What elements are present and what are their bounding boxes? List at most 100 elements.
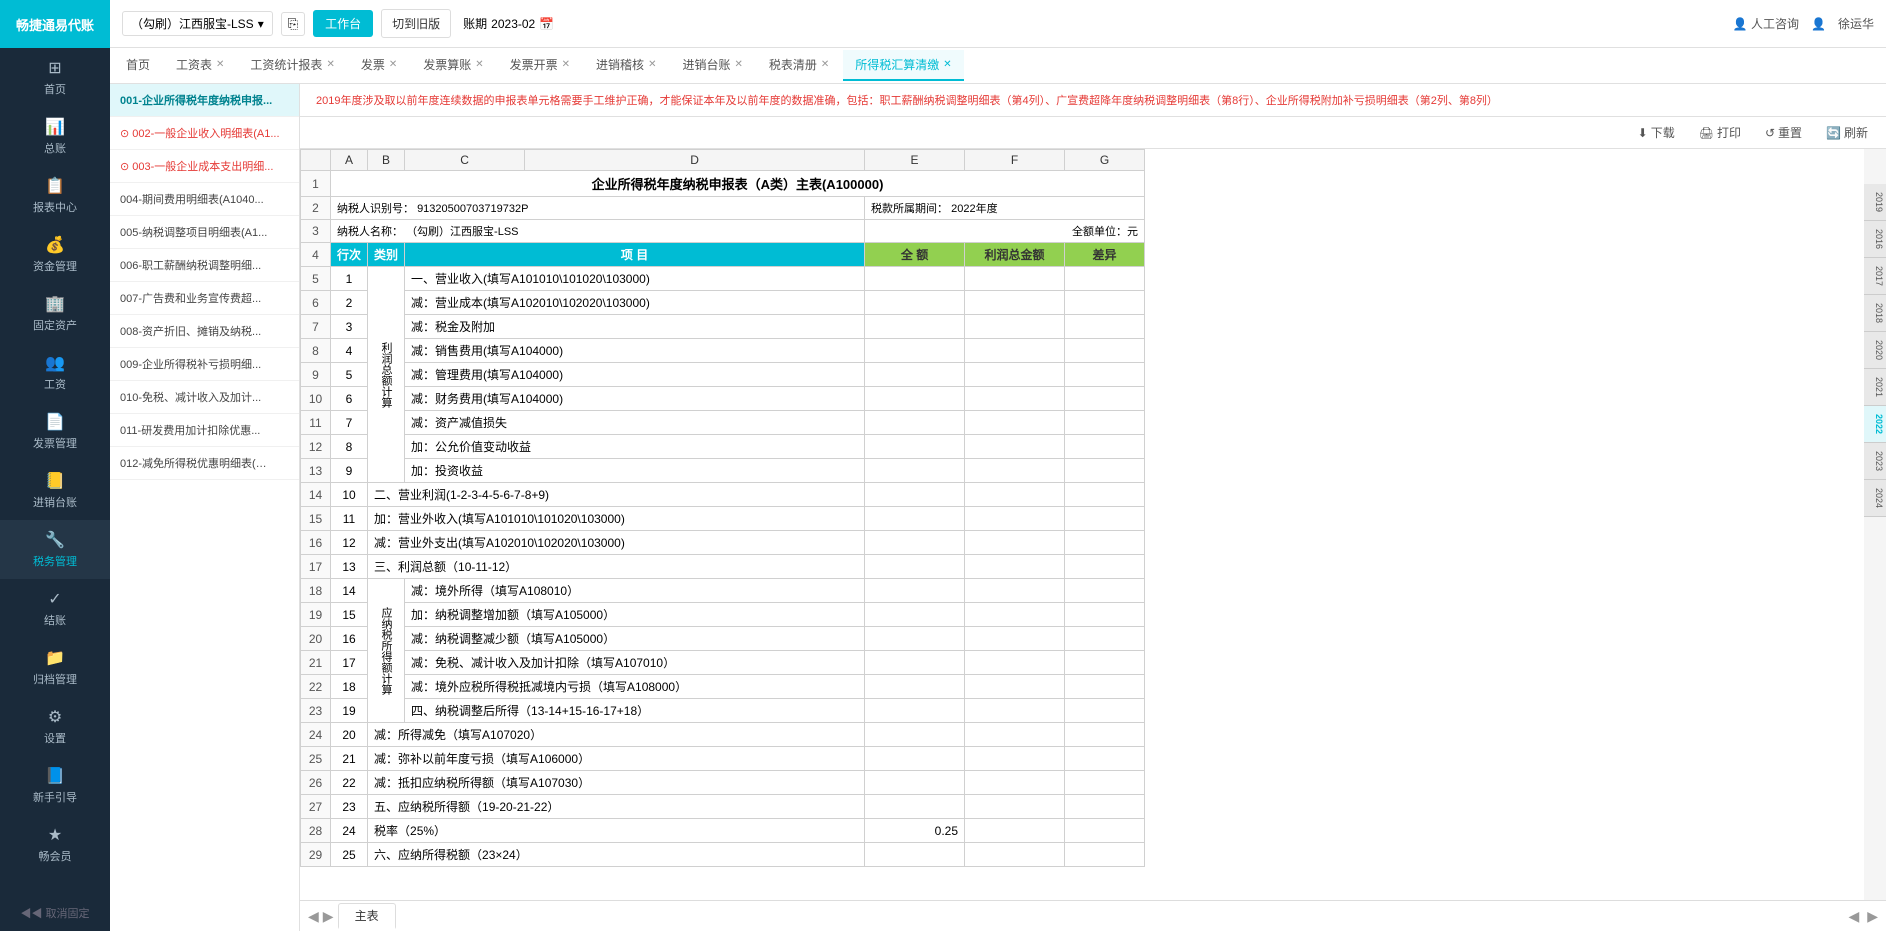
old-version-button[interactable]: 切到旧版 <box>381 9 451 38</box>
sidebar-item-funds[interactable]: 💰 资金管理 <box>0 225 110 284</box>
tab-invoice-calc[interactable]: 发票算账 ✕ <box>411 50 495 81</box>
spreadsheet-container[interactable]: A B C D E F G 1 企业所得税年度纳税申报 <box>300 149 1864 900</box>
form-list-item-004[interactable]: 004-期间费用明细表(A1040... <box>110 183 299 216</box>
sidebar-item-ledger[interactable]: 📊 总账 <box>0 107 110 166</box>
sidebar-item-close[interactable]: ✓ 结账 <box>0 579 110 638</box>
year-nav-2020[interactable]: 2020 <box>1864 332 1886 369</box>
form-list-item-003[interactable]: ⊙003-一般企业成本支出明细... <box>110 150 299 183</box>
sidebar-item-archive[interactable]: 📁 归档管理 <box>0 638 110 697</box>
tab-invoice-open-close[interactable]: ✕ <box>562 59 570 70</box>
tab-purchcheck[interactable]: 进销稽核 ✕ <box>584 50 668 81</box>
year-nav-2017[interactable]: 2017 <box>1864 258 1886 295</box>
sheet-nav-next[interactable]: ▶ <box>323 908 334 925</box>
col-labels-row: 4 行次 类别 项 目 全 额 利润总金额 差异 <box>301 243 1145 267</box>
sidebar-item-tax[interactable]: 🔧 税务管理 <box>0 520 110 579</box>
scroll-left-icon[interactable]: ◀ <box>1848 908 1859 925</box>
sidebar-item-guide[interactable]: 📘 新手引导 <box>0 756 110 815</box>
col-label-lineno: 行次 <box>331 243 368 267</box>
year-nav-2023[interactable]: 2023 <box>1864 443 1886 480</box>
tab-salary-report[interactable]: 工资统计报表 ✕ <box>238 50 346 81</box>
sidebar-item-label: 工资 <box>44 376 66 392</box>
form-list-item-001[interactable]: 001-企业所得税年度纳税申报... <box>110 84 299 117</box>
form-list-item-002[interactable]: ⊙002-一般企业收入明细表(A1... <box>110 117 299 150</box>
tab-income-tax[interactable]: 所得税汇算清缴 ✕ <box>843 50 963 81</box>
sidebar-item-salary[interactable]: 👥 工资 <box>0 343 110 402</box>
tab-taxlist[interactable]: 税表清册 ✕ <box>757 50 841 81</box>
tab-purchcheck-close[interactable]: ✕ <box>648 59 656 70</box>
tab-salary-report-close[interactable]: ✕ <box>326 59 334 70</box>
member-icon: ★ <box>48 825 62 845</box>
tab-invoice-open[interactable]: 发票开票 ✕ <box>498 50 582 81</box>
form-list-item-009[interactable]: 009-企业所得税补亏损明细... <box>110 348 299 381</box>
sidebar-item-home[interactable]: ⊞ 首页 <box>0 48 110 107</box>
form-list-item-005[interactable]: 005-纳税调整项目明细表(A1... <box>110 216 299 249</box>
copy-icon-btn[interactable]: ⎘ <box>281 12 305 36</box>
form-list-item-010[interactable]: 010-免税、减计收入及加计... <box>110 381 299 414</box>
table-row: 9 5 减：管理费用(填写A104000) <box>301 363 1145 387</box>
assets-icon: 🏢 <box>45 294 65 314</box>
sidebar-item-assets[interactable]: 🏢 固定资产 <box>0 284 110 343</box>
sidebar-item-report[interactable]: 📋 报表中心 <box>0 166 110 225</box>
sidebar-item-label: 进销台账 <box>33 494 77 510</box>
table-row: 19 15 加：纳税调整增加额（填写A105000） <box>301 603 1145 627</box>
sidebar-item-label: 发票管理 <box>33 435 77 451</box>
form-list-item-011[interactable]: 011-研发费用加计扣除优惠... <box>110 414 299 447</box>
workbench-button[interactable]: 工作台 <box>313 10 373 37</box>
sidebar-unpin[interactable]: ◀◀ 取消固定 <box>0 895 110 931</box>
form-list-panel: 001-企业所得税年度纳税申报... ⊙002-一般企业收入明细表(A1... … <box>110 84 300 931</box>
sheet-tab-main[interactable]: 主表 <box>338 903 396 929</box>
refresh-button[interactable]: 🔄 刷新 <box>1820 121 1874 144</box>
col-e: E <box>865 150 965 171</box>
table-row: 11 7 减：资产减值损失 <box>301 411 1145 435</box>
sheet-nav-prev[interactable]: ◀ <box>308 908 319 925</box>
reset-button[interactable]: ↺ 重置 <box>1759 121 1808 144</box>
sidebar-item-member[interactable]: ★ 畅会员 <box>0 815 110 874</box>
year-nav-2016[interactable]: 2016 <box>1864 221 1886 258</box>
form-list-item-006[interactable]: 006-职工薪酬纳税调整明细... <box>110 249 299 282</box>
settings-icon: ⚙ <box>48 707 62 727</box>
col-row-num <box>301 150 331 171</box>
year-nav-2024[interactable]: 2024 <box>1864 480 1886 517</box>
table-row: 5 1 利润总额计算 一、营业收入(填写A101010\101020\10300… <box>301 267 1145 291</box>
sidebar-item-invoice[interactable]: 📄 发票管理 <box>0 402 110 461</box>
notice-bar: 2019年度涉及取以前年度连续数据的申报表单元格需要手工维护正确，才能保证本年及… <box>300 84 1886 117</box>
sidebar-item-label: 结账 <box>44 612 66 628</box>
sidebar-item-settings[interactable]: ⚙ 设置 <box>0 697 110 756</box>
form-list-item-007[interactable]: 007-广告费和业务宣传费超... <box>110 282 299 315</box>
table-row: 27 23 五、应纳税所得额（19-20-21-22） <box>301 795 1145 819</box>
sidebar-item-label: 总账 <box>44 140 66 156</box>
col-label-profit: 利润总金额 <box>965 243 1065 267</box>
year-nav-2019[interactable]: 2019 <box>1864 184 1886 221</box>
year-nav-2021[interactable]: 2021 <box>1864 369 1886 406</box>
sidebar: 畅捷通易代账 ⊞ 首页 📊 总账 📋 报表中心 💰 资金管理 🏢 固定资产 👥 … <box>0 0 110 931</box>
row-num-4: 4 <box>301 243 331 267</box>
tab-purchledger-close[interactable]: ✕ <box>734 59 742 70</box>
form-list-item-012[interactable]: 012-减免所得税优惠明细表(… <box>110 447 299 480</box>
tab-income-tax-close[interactable]: ✕ <box>943 59 951 70</box>
calendar-icon: 📅 <box>539 17 554 31</box>
tab-purchledger[interactable]: 进销台账 ✕ <box>670 50 754 81</box>
table-row: 6 2 减：营业成本(填写A102010\102020\103000) <box>301 291 1145 315</box>
sidebar-item-label: 设置 <box>44 730 66 746</box>
ai-consult-btn[interactable]: 👤 人工咨询 <box>1733 15 1799 32</box>
tab-home[interactable]: 首页 <box>114 50 162 81</box>
year-nav: 2019 2016 2017 2018 2020 2021 2022 2023 … <box>1864 184 1886 517</box>
tab-salary[interactable]: 工资表 ✕ <box>164 50 236 81</box>
print-button[interactable]: 🖨 打印 <box>1693 121 1747 144</box>
tab-salary-close[interactable]: ✕ <box>216 59 224 70</box>
download-button[interactable]: ⬇ 下载 <box>1632 121 1681 144</box>
tab-invoice[interactable]: 发票 ✕ <box>349 50 409 81</box>
sidebar-item-label: 畅会员 <box>39 848 72 864</box>
table-row: 24 20 减：所得减免（填写A107020） <box>301 723 1145 747</box>
form-list-item-008[interactable]: 008-资产折旧、摊销及纳税... <box>110 315 299 348</box>
year-nav-2018[interactable]: 2018 <box>1864 295 1886 332</box>
year-nav-2022[interactable]: 2022 <box>1864 406 1886 443</box>
period-selector[interactable]: 账期 2023-02 📅 <box>463 15 554 32</box>
col-d: D <box>525 150 865 171</box>
scroll-right-icon[interactable]: ▶ <box>1867 908 1878 925</box>
tab-invoice-close[interactable]: ✕ <box>389 59 397 70</box>
sidebar-item-purchsale[interactable]: 📒 进销台账 <box>0 461 110 520</box>
tab-taxlist-close[interactable]: ✕ <box>821 59 829 70</box>
company-selector[interactable]: （勾刷）江西服宝-LSS ▾ <box>122 11 273 36</box>
tab-invoice-calc-close[interactable]: ✕ <box>475 59 483 70</box>
